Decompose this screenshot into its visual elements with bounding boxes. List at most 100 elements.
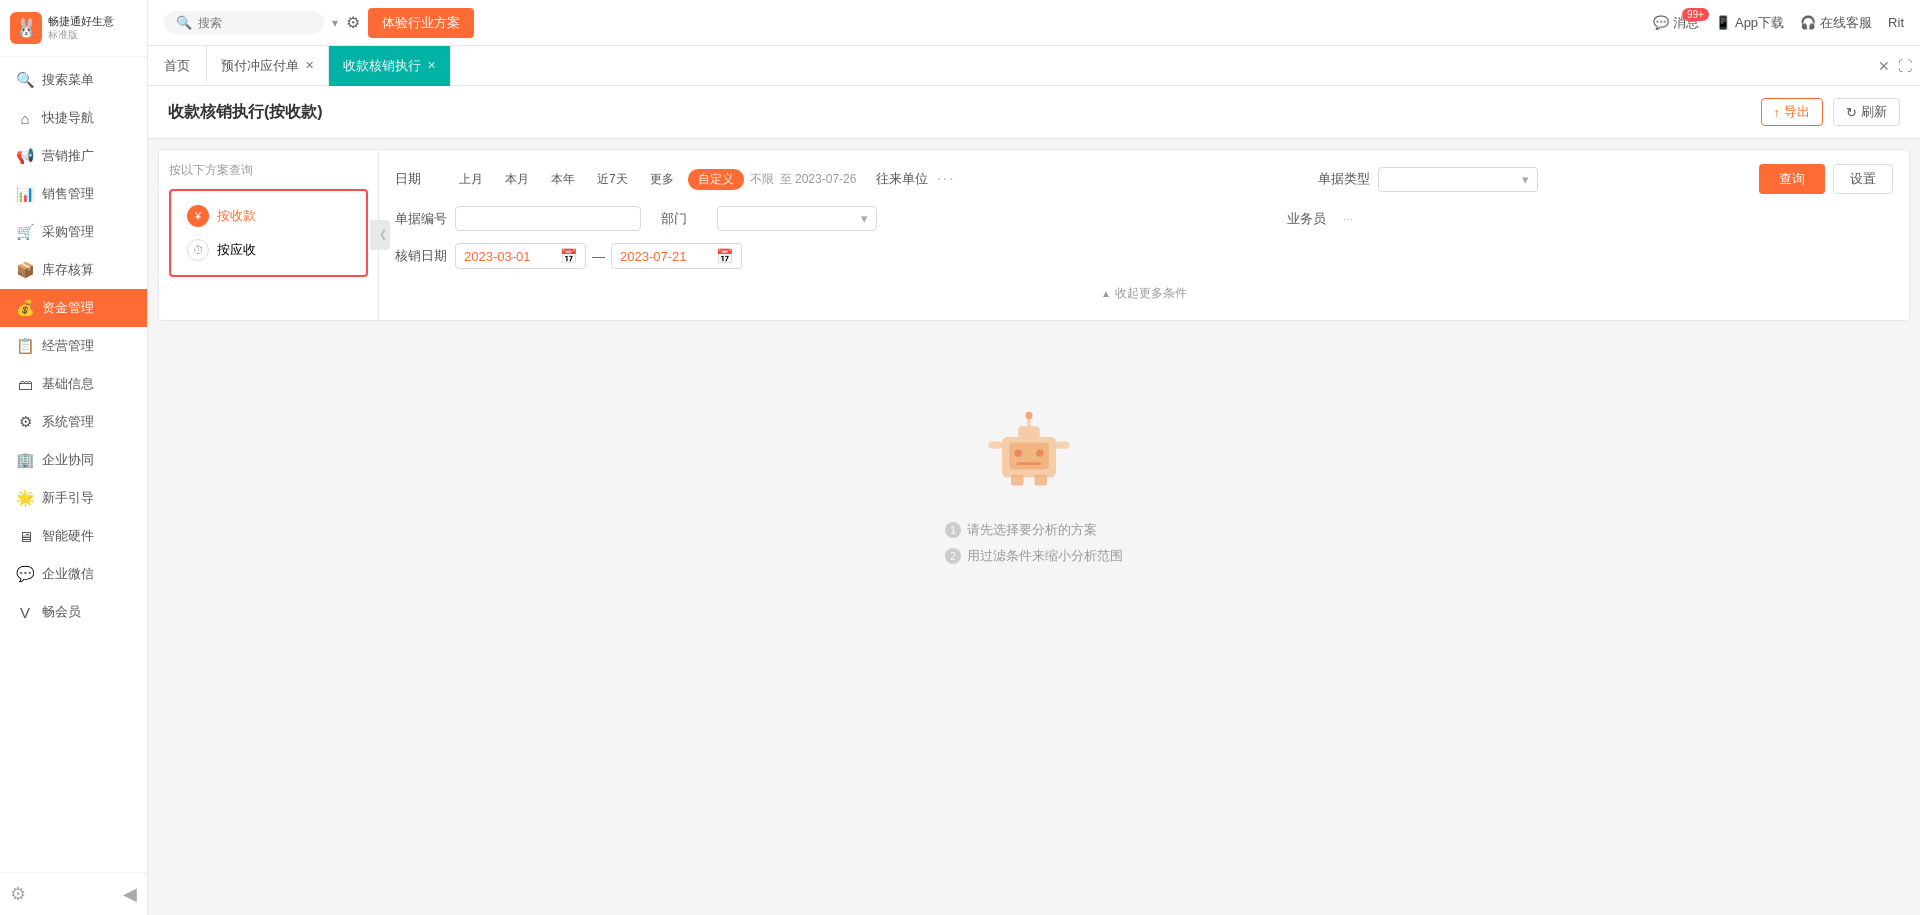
counterparty-select-dots[interactable]: ··· [936,170,955,188]
sidebar-item-guide[interactable]: 🌟 新手引导 [0,479,147,517]
query-option-by-receivable[interactable]: ⏱ 按应收 [179,233,358,267]
calendar-start-icon[interactable]: 📅 [560,248,577,264]
svg-point-2 [1015,450,1022,457]
topbar-message[interactable]: 💬 消息 99+ [1653,14,1699,32]
sidebar-item-hardware[interactable]: 🖥 智能硬件 [0,517,147,555]
filter-row-2: 单据编号 部门 ▾ 业务员 ··· [395,206,1893,231]
sidebar: 🐰 畅捷通好生意 标准版 🔍 搜索菜单 ⌂ 快捷导航 📢 营销推广 📊 销售管理… [0,0,148,915]
tabbar-actions: ✕ ⛶ [1878,58,1920,74]
sidebar-item-finance[interactable]: 💰 资金管理 [0,289,147,327]
purchase-icon: 🛒 [16,223,34,241]
topbar-right: 💬 消息 99+ 📱 App下载 🎧 在线客服 Rit [1653,14,1904,32]
export-button[interactable]: ↑ 导出 [1761,98,1824,126]
sidebar-item-enterprise[interactable]: 🏢 企业协同 [0,441,147,479]
dept-chevron-icon: ▾ [861,211,868,226]
app-label: App下载 [1735,14,1784,32]
sidebar-item-search-menu[interactable]: 🔍 搜索菜单 [0,61,147,99]
search-menu-icon: 🔍 [16,71,34,89]
sidebar-item-marketing[interactable]: 📢 营销推广 [0,137,147,175]
enterprise-icon: 🏢 [16,451,34,469]
topbar-search[interactable]: 🔍 [164,11,324,34]
date-label: 日期 [395,170,443,188]
service-icon: 🎧 [1800,15,1816,30]
topbar-chevron-icon[interactable]: ▾ [332,16,338,30]
tab-close-all-icon[interactable]: ✕ [1878,58,1890,74]
collapse-more-label: 收起更多条件 [1115,285,1187,302]
sidebar-label-finance: 资金管理 [42,299,94,317]
collapse-sidebar-icon[interactable]: ◀ [123,883,137,905]
refresh-button[interactable]: ↻ 刷新 [1833,98,1900,126]
sidebar-label-enterprise: 企业协同 [42,451,94,469]
filter-panel: 日期 上月 本月 本年 近7天 更多 自定义 不限 至 2023-07-26 [379,150,1909,320]
app-icon: 📱 [1715,15,1731,30]
staff-select-dots[interactable]: ··· [1343,212,1353,226]
filter-row-3: 核销日期 📅 — 📅 [395,243,1893,269]
query-button[interactable]: 查询 [1759,164,1825,194]
sidebar-label-inventory: 库存核算 [42,261,94,279]
reconcile-end-field[interactable] [620,249,710,264]
topbar-app-download[interactable]: 📱 App下载 [1715,14,1784,32]
voucher-no-input-wrap[interactable] [455,206,641,231]
topbar-gear-icon[interactable]: ⚙ [346,13,360,32]
tab-prepay-reconcile[interactable]: 预付冲应付单 ✕ [207,46,329,86]
reconcile-date-end-input[interactable]: 📅 [611,243,742,269]
svg-rect-9 [1055,442,1069,449]
svg-rect-5 [1018,426,1040,439]
date-options-group: 上月 本月 本年 近7天 更多 自定义 不限 至 2023-07-26 [451,169,856,190]
tab-receipt-close-icon[interactable]: ✕ [427,59,436,72]
message-icon: 💬 [1653,15,1669,30]
service-label: 在线客服 [1820,14,1872,32]
date-custom[interactable]: 自定义 [688,169,744,190]
svg-rect-11 [1034,475,1047,486]
reconcile-date-label: 核销日期 [395,247,447,265]
voucher-no-input[interactable] [464,211,632,226]
tab-expand-icon[interactable]: ⛶ [1898,58,1912,74]
date-this-month[interactable]: 本月 [497,169,537,190]
search-input[interactable] [198,16,298,30]
sidebar-item-operations[interactable]: 📋 经营管理 [0,327,147,365]
sidebar-item-inventory[interactable]: 📦 库存核算 [0,251,147,289]
sidebar-item-member[interactable]: V 畅会员 [0,593,147,631]
tab-receipt-reconcile[interactable]: 收款核销执行 ✕ [329,46,451,86]
dept-select[interactable]: ▾ [717,206,877,231]
topbar-online-service[interactable]: 🎧 在线客服 [1800,14,1872,32]
hardware-icon: 🖥 [16,528,34,545]
by-receivable-label: 按应收 [217,241,256,259]
voucher-type-select[interactable]: ▾ [1378,167,1538,192]
main-area: 🔍 ▾ ⚙ 体验行业方案 💬 消息 99+ 📱 App下载 🎧 在线客服 Ri [148,0,1920,915]
settings-bottom-icon[interactable]: ⚙ [10,883,26,905]
filter-item-reconcile-date: 核销日期 📅 — 📅 [395,243,742,269]
date-prev-month[interactable]: 上月 [451,169,491,190]
industry-btn[interactable]: 体验行业方案 [368,8,474,38]
tab-prepay-close-icon[interactable]: ✕ [305,59,314,72]
sidebar-item-wechat[interactable]: 💬 企业微信 [0,555,147,593]
svg-rect-4 [1016,462,1041,465]
date-last-7[interactable]: 近7天 [589,169,636,190]
reconcile-date-start-input[interactable]: 📅 [455,243,586,269]
sidebar-item-quick-nav[interactable]: ⌂ 快捷导航 [0,99,147,137]
panel-collapse-button[interactable]: 《 [370,220,390,250]
sidebar-item-sales[interactable]: 📊 销售管理 [0,175,147,213]
page-header: 收款核销执行(按收款) ↑ 导出 ↻ 刷新 [148,86,1920,139]
topbar-user[interactable]: Rit [1888,15,1904,30]
svg-point-7 [1025,412,1032,419]
reconcile-start-field[interactable] [464,249,554,264]
sidebar-bottom: ⚙ ◀ [0,872,147,915]
sidebar-label-guide: 新手引导 [42,489,94,507]
svg-point-3 [1036,450,1043,457]
sidebar-item-basic-info[interactable]: 🗃 基础信息 [0,365,147,403]
empty-tip-1: 1 请先选择要分析的方案 [945,521,1123,539]
setting-button[interactable]: 设置 [1833,164,1893,194]
date-more[interactable]: 更多 [642,169,682,190]
query-panel-title: 按以下方案查询 [169,162,368,179]
sidebar-item-purchase[interactable]: 🛒 采购管理 [0,213,147,251]
tab-home[interactable]: 首页 [148,46,207,86]
quick-nav-icon: ⌂ [16,110,34,127]
collapse-more-btn[interactable]: ▲ 收起更多条件 [395,281,1893,306]
query-option-by-receipt[interactable]: ¥ 按收款 [179,199,358,233]
operations-icon: 📋 [16,337,34,355]
tabbar: 首页 预付冲应付单 ✕ 收款核销执行 ✕ ✕ ⛶ [148,46,1920,86]
date-this-year[interactable]: 本年 [543,169,583,190]
calendar-end-icon[interactable]: 📅 [716,248,733,264]
sidebar-item-system[interactable]: ⚙ 系统管理 [0,403,147,441]
